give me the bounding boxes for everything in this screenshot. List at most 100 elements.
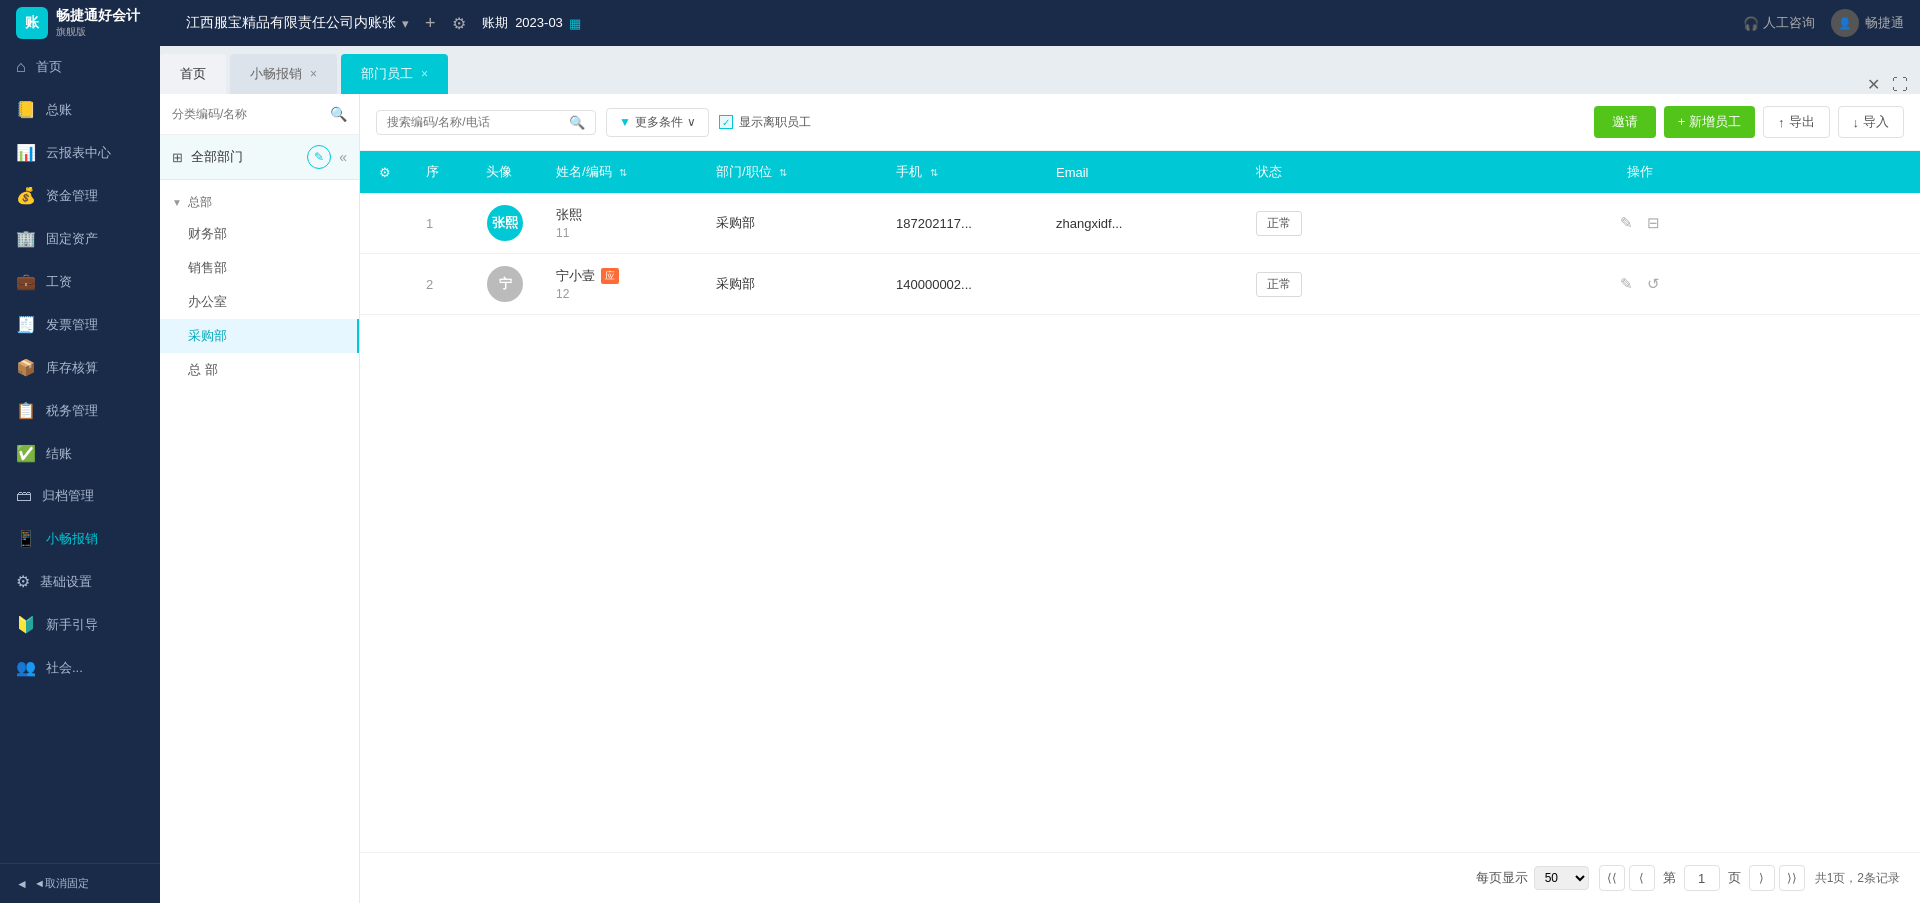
sidebar-item-assets[interactable]: 🏢 固定资产 xyxy=(0,217,160,260)
col-phone[interactable]: 手机 ⇅ xyxy=(880,151,1040,193)
table-row: 1 张熙 张熙 xyxy=(360,193,1920,254)
salary-icon: 💼 xyxy=(16,272,36,291)
dept-all-row[interactable]: ⊞ 全部部门 ✎ « xyxy=(160,135,359,180)
col-settings[interactable]: ⚙ xyxy=(360,151,410,193)
prev-page-button[interactable]: ⟨ xyxy=(1629,865,1655,891)
sidebar-item-funds[interactable]: 💰 资金管理 xyxy=(0,174,160,217)
all-dept-label: 全部部门 xyxy=(191,148,299,166)
company-dropdown-icon[interactable]: ▾ xyxy=(402,16,409,31)
current-page-input[interactable]: 1 xyxy=(1684,865,1720,891)
header-right: 🎧 人工咨询 👤 畅捷通 xyxy=(1743,9,1904,37)
sidebar-item-close[interactable]: ✅ 结账 xyxy=(0,432,160,475)
row-status-cell: 正常 xyxy=(1240,193,1360,254)
tab-employee-close[interactable]: × xyxy=(421,67,428,81)
name-badge: 应 xyxy=(601,268,619,284)
dept-search-input[interactable] xyxy=(172,107,322,121)
headset-icon: 🎧 xyxy=(1743,16,1759,31)
row-checkbox-cell[interactable] xyxy=(360,254,410,315)
row-phone-cell: 187202117... xyxy=(880,193,1040,254)
add-employee-button[interactable]: + 新增员工 xyxy=(1664,106,1755,138)
invite-button[interactable]: 邀请 xyxy=(1594,106,1656,138)
dept-group-head[interactable]: ▼ 总部 xyxy=(160,188,359,217)
next-page-button[interactable]: ⟩ xyxy=(1749,865,1775,891)
all-dept-icon: ⊞ xyxy=(172,150,183,165)
avatar: 张熙 xyxy=(487,205,523,241)
edit-icon[interactable]: ✎ xyxy=(1620,214,1633,232)
employee-toolbar: 🔍 ▼ 更多条件 ∨ ✓ 显示离职员工 邀请 xyxy=(360,94,1920,151)
tab-expense-close[interactable]: × xyxy=(310,67,317,81)
tab-employee[interactable]: 部门员工 × xyxy=(341,54,448,94)
delete-icon[interactable]: ↺ xyxy=(1647,275,1660,293)
search-icon[interactable]: 🔍 xyxy=(330,106,347,122)
sidebar-item-general[interactable]: 📒 总账 xyxy=(0,88,160,131)
next-page-icon: ⟩ xyxy=(1759,871,1764,885)
row-status-cell: 正常 xyxy=(1240,254,1360,315)
row-email-cell: zhangxidf... xyxy=(1040,193,1240,254)
page-total: 共1页，2条记录 xyxy=(1815,870,1900,887)
sidebar-item-guide[interactable]: 🔰 新手引导 xyxy=(0,603,160,646)
sidebar-item-label: 税务管理 xyxy=(46,402,98,420)
row-checkbox-cell[interactable] xyxy=(360,193,410,254)
sidebar-item-label: 基础设置 xyxy=(40,573,92,591)
sidebar-item-salary[interactable]: 💼 工资 xyxy=(0,260,160,303)
app-logo-sub: 旗舰版 xyxy=(56,25,140,39)
chart-icon: 📊 xyxy=(16,143,36,162)
sidebar: ⌂ 首页 📒 总账 📊 云报表中心 💰 资金管理 🏢 固定资产 💼 工资 🧾 发… xyxy=(0,46,160,903)
tab-expense[interactable]: 小畅报销 × xyxy=(230,54,337,94)
sidebar-item-tax[interactable]: 📋 税务管理 xyxy=(0,389,160,432)
tab-home[interactable]: 首页 xyxy=(160,54,226,94)
import-button[interactable]: ↓ 导入 xyxy=(1838,106,1905,138)
edit-icon[interactable]: ✎ xyxy=(1620,275,1633,293)
action-buttons: ✎ ↺ xyxy=(1376,275,1904,293)
archive-icon: 🗃 xyxy=(16,487,32,505)
dept-edit-button[interactable]: ✎ xyxy=(307,145,331,169)
search-icon[interactable]: 🔍 xyxy=(569,115,585,130)
last-page-icon: ⟩⟩ xyxy=(1787,871,1797,885)
dept-item-hq[interactable]: 总 部 xyxy=(160,353,359,387)
sidebar-item-label: 发票管理 xyxy=(46,316,98,334)
last-page-button[interactable]: ⟩⟩ xyxy=(1779,865,1805,891)
col-dept[interactable]: 部门/职位 ⇅ xyxy=(700,151,880,193)
sidebar-item-invoice[interactable]: 🧾 发票管理 xyxy=(0,303,160,346)
dept-tree: ▼ 总部 财务部 销售部 办公室 采购部 xyxy=(160,180,359,903)
tab-close-icon[interactable]: ✕ xyxy=(1867,75,1880,94)
dept-item-office[interactable]: 办公室 xyxy=(160,285,359,319)
sidebar-item-more[interactable]: 👥 社会... xyxy=(0,646,160,689)
sidebar-item-home[interactable]: ⌂ 首页 xyxy=(0,46,160,88)
dept-collapse-icon[interactable]: « xyxy=(339,149,347,165)
consult-button[interactable]: 🎧 人工咨询 xyxy=(1743,14,1815,32)
unpin-icon: ◄ xyxy=(16,877,28,891)
add-company-icon[interactable]: + xyxy=(425,13,436,34)
first-page-button[interactable]: ⟨⟨ xyxy=(1599,865,1625,891)
sidebar-item-reports[interactable]: 📊 云报表中心 xyxy=(0,131,160,174)
sidebar-item-inventory[interactable]: 📦 库存核算 xyxy=(0,346,160,389)
per-page-select[interactable]: 10 20 50 100 xyxy=(1534,866,1589,890)
dept-item-finance[interactable]: 财务部 xyxy=(160,217,359,251)
show-resigned-toggle[interactable]: ✓ 显示离职员工 xyxy=(719,114,811,131)
pagination: 每页显示 10 20 50 100 ⟨⟨ ⟨ xyxy=(360,852,1920,903)
search-input[interactable] xyxy=(387,115,563,129)
tax-icon: 📋 xyxy=(16,401,36,420)
resigned-checkbox[interactable]: ✓ xyxy=(719,115,733,129)
filter-button[interactable]: ▼ 更多条件 ∨ xyxy=(606,108,709,137)
status-badge: 正常 xyxy=(1256,211,1302,236)
settings-icon[interactable]: ⚙ xyxy=(452,14,466,33)
sidebar-item-label: 工资 xyxy=(46,273,72,291)
sidebar-item-basic[interactable]: ⚙ 基础设置 xyxy=(0,560,160,603)
dept-item-sales[interactable]: 销售部 xyxy=(160,251,359,285)
sidebar-item-label: 库存核算 xyxy=(46,359,98,377)
row-name-cell: 张熙 11 xyxy=(540,193,700,254)
sidebar-unpin-button[interactable]: ◄ ◄取消固定 xyxy=(0,863,160,903)
export-button[interactable]: ↑ 导出 xyxy=(1763,106,1830,138)
tab-expand-icon[interactable]: ⛶ xyxy=(1892,76,1908,94)
sidebar-item-label: 社会... xyxy=(46,659,83,677)
employee-name: 宁小壹 应 xyxy=(556,267,684,285)
user-menu[interactable]: 👤 畅捷通 xyxy=(1831,9,1904,37)
dept-item-purchase[interactable]: 采购部 xyxy=(160,319,359,353)
logout-icon[interactable]: ⊟ xyxy=(1647,214,1660,232)
col-name[interactable]: 姓名/编码 ⇅ xyxy=(540,151,700,193)
calendar-icon[interactable]: ▦ xyxy=(569,16,581,31)
employee-code: 11 xyxy=(556,226,684,240)
sidebar-item-archive[interactable]: 🗃 归档管理 xyxy=(0,475,160,517)
sidebar-item-expense[interactable]: 📱 小畅报销 xyxy=(0,517,160,560)
